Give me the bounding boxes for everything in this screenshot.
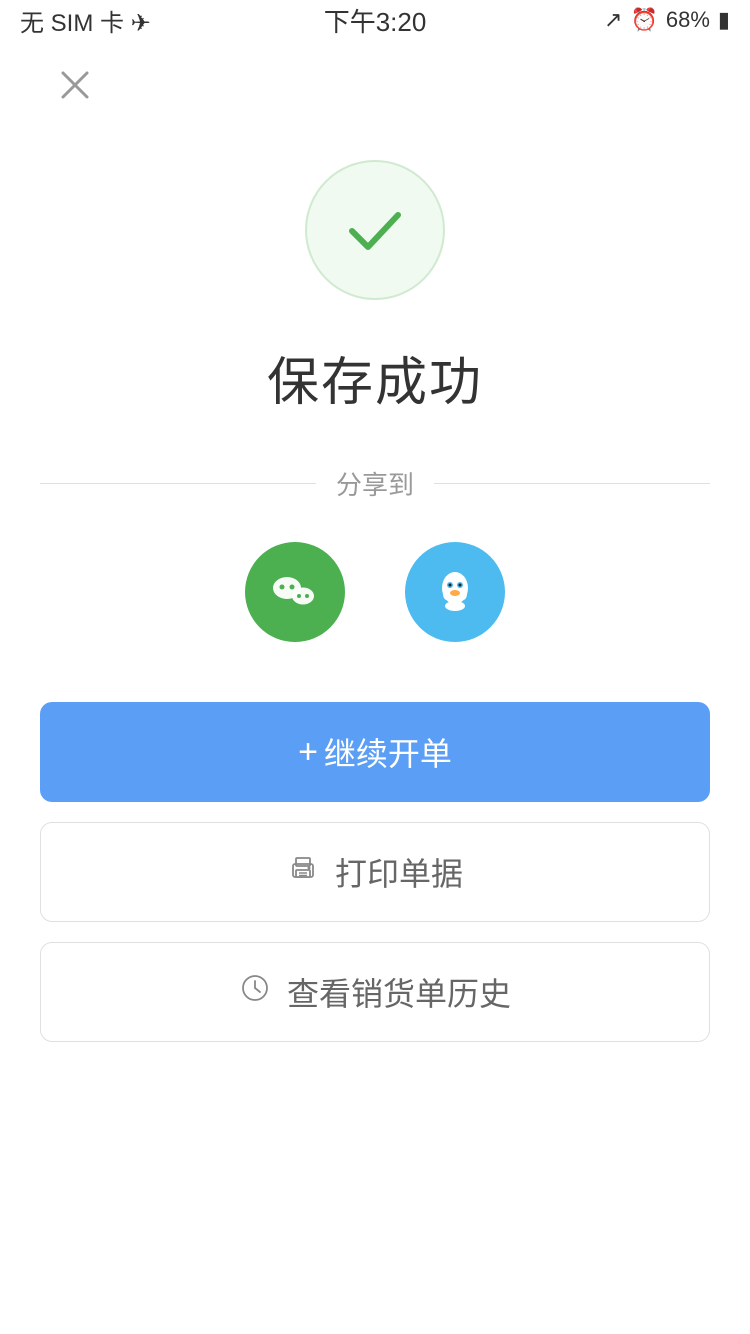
status-bar: 无 SIM 卡 ✈ 下午3:20 ↗ ⏰ 68% ▮ <box>0 0 750 40</box>
divider-left <box>40 483 316 484</box>
status-right: ↗ ⏰ 68% ▮ <box>604 7 730 33</box>
qq-share-button[interactable] <box>405 542 505 642</box>
print-button[interactable]: 打印单据 <box>40 822 710 922</box>
battery-text: 68% <box>666 7 710 33</box>
success-circle <box>305 160 445 300</box>
continue-plus-icon: + <box>298 733 318 772</box>
history-button-label: 查看销货单历史 <box>287 969 511 1015</box>
no-sim-text: 无 SIM 卡 ✈ <box>20 3 151 38</box>
wechat-share-button[interactable] <box>245 542 345 642</box>
status-time: 下午3:20 <box>324 2 427 39</box>
close-button-row <box>40 40 710 150</box>
buttons-section: + 继续开单 打印单据 <box>40 702 710 1042</box>
alarm-icon: ⏰ <box>630 7 657 33</box>
main-content: 保存成功 分享到 <box>0 40 750 1334</box>
continue-button-label: 继续开单 <box>324 729 452 775</box>
print-icon <box>287 852 319 892</box>
print-button-label: 打印单据 <box>335 849 463 895</box>
success-title: 保存成功 <box>267 340 483 415</box>
history-icon <box>239 972 271 1012</box>
continue-button[interactable]: + 继续开单 <box>40 702 710 802</box>
close-button[interactable] <box>50 60 100 110</box>
qq-icon <box>425 562 485 622</box>
share-divider: 分享到 <box>40 465 710 502</box>
divider-right <box>434 483 710 484</box>
history-button[interactable]: 查看销货单历史 <box>40 942 710 1042</box>
checkmark-icon <box>340 195 410 265</box>
share-section: 分享到 <box>40 465 710 642</box>
battery-icon: ▮ <box>718 7 730 33</box>
close-icon <box>60 70 90 100</box>
location-icon: ↗ <box>604 7 622 33</box>
share-label: 分享到 <box>336 465 414 502</box>
share-icons-row <box>245 542 505 642</box>
wechat-icon <box>265 562 325 622</box>
status-left: 无 SIM 卡 ✈ <box>20 3 151 38</box>
